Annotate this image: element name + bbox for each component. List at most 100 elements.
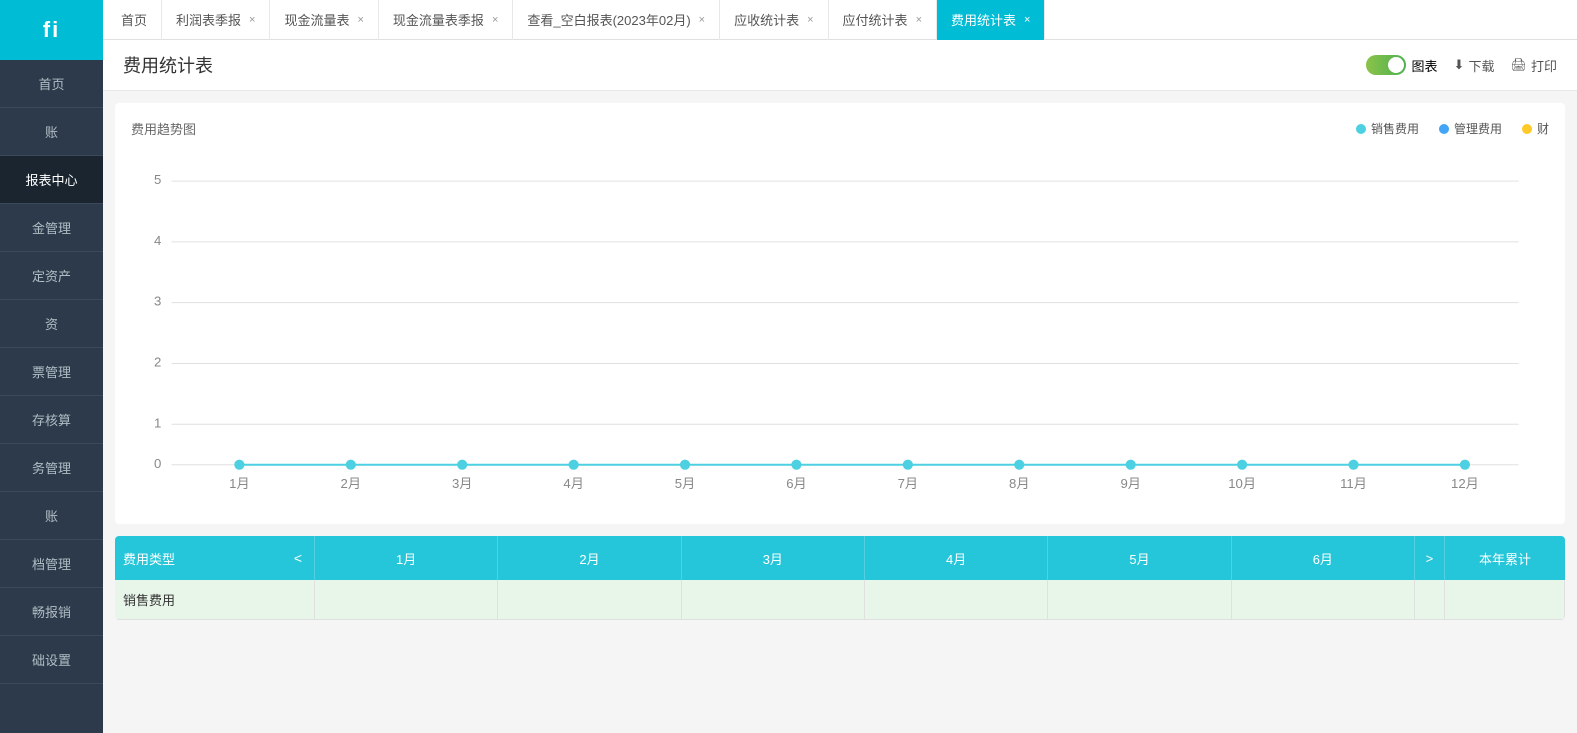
sidebar-item-account[interactable]: 账 [0,108,103,156]
chart-toggle-wrap: 图表 [1366,55,1438,75]
table-prev-btn[interactable]: < [290,550,306,566]
td-total-sales [1445,580,1565,619]
svg-text:6月: 6月 [786,476,806,491]
legend-dot-sales [1356,124,1366,134]
td-fee-type-sales: 销售费用 [115,580,315,619]
th-month-3: 3月 [682,536,865,580]
tab-blank-report[interactable]: 查看_空白报表(2023年02月) × [513,0,720,40]
sidebar-item-reports[interactable]: 报表中心 [0,156,103,204]
print-icon: 🖨 [1510,57,1527,73]
svg-text:5月: 5月 [675,476,695,491]
td-month-2 [498,580,681,619]
sidebar-item-inventory[interactable]: 存核算 [0,396,103,444]
svg-text:8月: 8月 [1009,476,1029,491]
sidebar-item-ledger[interactable]: 账 [0,492,103,540]
legend-sales-expense: 销售费用 [1356,120,1419,137]
svg-text:11月: 11月 [1340,476,1367,491]
sidebar-item-finance[interactable]: 金管理 [0,204,103,252]
svg-text:7月: 7月 [898,476,918,491]
tab-cashflow-quarterly[interactable]: 现金流量表季报 × [379,0,513,40]
td-spacer [1415,580,1445,619]
th-total: 本年累计 [1445,536,1565,580]
tab-profit-quarterly[interactable]: 利润表季报 × [162,0,270,40]
tab-receivable[interactable]: 应收统计表 × [720,0,828,40]
td-month-4 [865,580,1048,619]
sidebar-item-services[interactable]: 务管理 [0,444,103,492]
legend-label-sales: 销售费用 [1371,120,1419,137]
page-header: 费用统计表 图表 ⬇ 下载 🖨 打印 [103,40,1577,91]
table-row: 销售费用 [115,580,1565,620]
page-title: 费用统计表 [123,52,213,78]
table-header-row: 费用类型 < 1月 2月 3月 4月 5月 6月 > 本年累计 [115,536,1565,580]
legend-label-admin: 管理费用 [1454,120,1502,137]
legend-label-finance: 财 [1537,120,1549,137]
svg-text:2月: 2月 [341,476,361,491]
download-label: 下载 [1468,56,1494,75]
sidebar-item-archive[interactable]: 档管理 [0,540,103,588]
tab-close-receivable[interactable]: × [807,14,813,26]
content-area: 费用统计表 图表 ⬇ 下载 🖨 打印 费用趋势图 [103,40,1577,733]
svg-text:9月: 9月 [1120,476,1140,491]
tab-home[interactable]: 首页 [107,0,162,40]
chart-toggle[interactable] [1366,55,1406,75]
sidebar-item-capital[interactable]: 资 [0,300,103,348]
svg-text:1: 1 [154,415,161,430]
sidebar-item-expense[interactable]: 畅报销 [0,588,103,636]
tab-close-expense-stats[interactable]: × [1024,14,1030,26]
th-month-6: 6月 [1232,536,1415,580]
chart-header: 费用趋势图 销售费用 管理费用 财 [131,119,1549,138]
svg-text:5: 5 [154,172,161,187]
sidebar-item-settings[interactable]: 础设置 [0,636,103,684]
tab-close-cashflow[interactable]: × [357,14,363,26]
download-icon: ⬇ [1454,57,1465,73]
th-fee-type-label: 费用类型 [123,549,175,568]
td-month-5 [1048,580,1231,619]
sidebar-item-home[interactable]: 首页 [0,60,103,108]
print-label: 打印 [1531,56,1557,75]
svg-text:2: 2 [154,354,161,369]
sidebar: fi 首页 账 报表中心 金管理 定资产 资 票管理 存核算 务管理 账 档管理… [0,0,103,733]
chart-legend: 销售费用 管理费用 财 [1356,120,1549,137]
tab-payable[interactable]: 应付统计表 × [829,0,937,40]
th-month-2: 2月 [498,536,681,580]
svg-text:4月: 4月 [563,476,583,491]
chart-toggle-label: 图表 [1412,56,1438,75]
tab-close-profit-quarterly[interactable]: × [249,14,255,26]
tab-close-cashflow-quarterly[interactable]: × [492,14,498,26]
th-month-1: 1月 [315,536,498,580]
th-next-btn[interactable]: > [1415,536,1445,580]
td-month-1 [315,580,498,619]
svg-text:0: 0 [154,456,161,471]
legend-dot-admin [1439,124,1449,134]
legend-admin-expense: 管理费用 [1439,120,1502,137]
th-month-5: 5月 [1048,536,1231,580]
td-month-3 [682,580,865,619]
chart-container: 5 4 3 2 1 0 1月 2月 3月 [131,148,1549,508]
th-month-4: 4月 [865,536,1048,580]
th-fee-type: 费用类型 < [115,536,315,580]
sidebar-logo: fi [0,0,103,60]
sidebar-item-tickets[interactable]: 票管理 [0,348,103,396]
svg-text:12月: 12月 [1451,476,1479,491]
main-area: 首页 利润表季报 × 现金流量表 × 现金流量表季报 × 查看_空白报表(202… [103,0,1577,733]
chart-section: 费用趋势图 销售费用 管理费用 财 [115,103,1565,524]
tab-cashflow[interactable]: 现金流量表 × [270,0,378,40]
print-button[interactable]: 🖨 打印 [1510,56,1557,75]
tab-close-payable[interactable]: × [916,14,922,26]
tab-bar: 首页 利润表季报 × 现金流量表 × 现金流量表季报 × 查看_空白报表(202… [103,0,1577,40]
svg-text:3: 3 [154,294,161,309]
td-month-6 [1232,580,1415,619]
tab-close-blank-report[interactable]: × [699,14,705,26]
download-button[interactable]: ⬇ 下载 [1454,56,1495,75]
svg-text:1月: 1月 [229,476,249,491]
svg-text:3月: 3月 [452,476,472,491]
next-btn-icon: > [1426,551,1434,566]
chart-title: 费用趋势图 [131,119,196,138]
legend-finance-expense: 财 [1522,120,1549,137]
svg-text:4: 4 [154,233,161,248]
tab-expense-stats[interactable]: 费用统计表 × [937,0,1045,40]
legend-dot-finance [1522,124,1532,134]
table-section: 费用类型 < 1月 2月 3月 4月 5月 6月 > 本年累计 销售费用 [115,536,1565,620]
trend-chart: 5 4 3 2 1 0 1月 2月 3月 [131,148,1549,508]
sidebar-item-assets[interactable]: 定资产 [0,252,103,300]
